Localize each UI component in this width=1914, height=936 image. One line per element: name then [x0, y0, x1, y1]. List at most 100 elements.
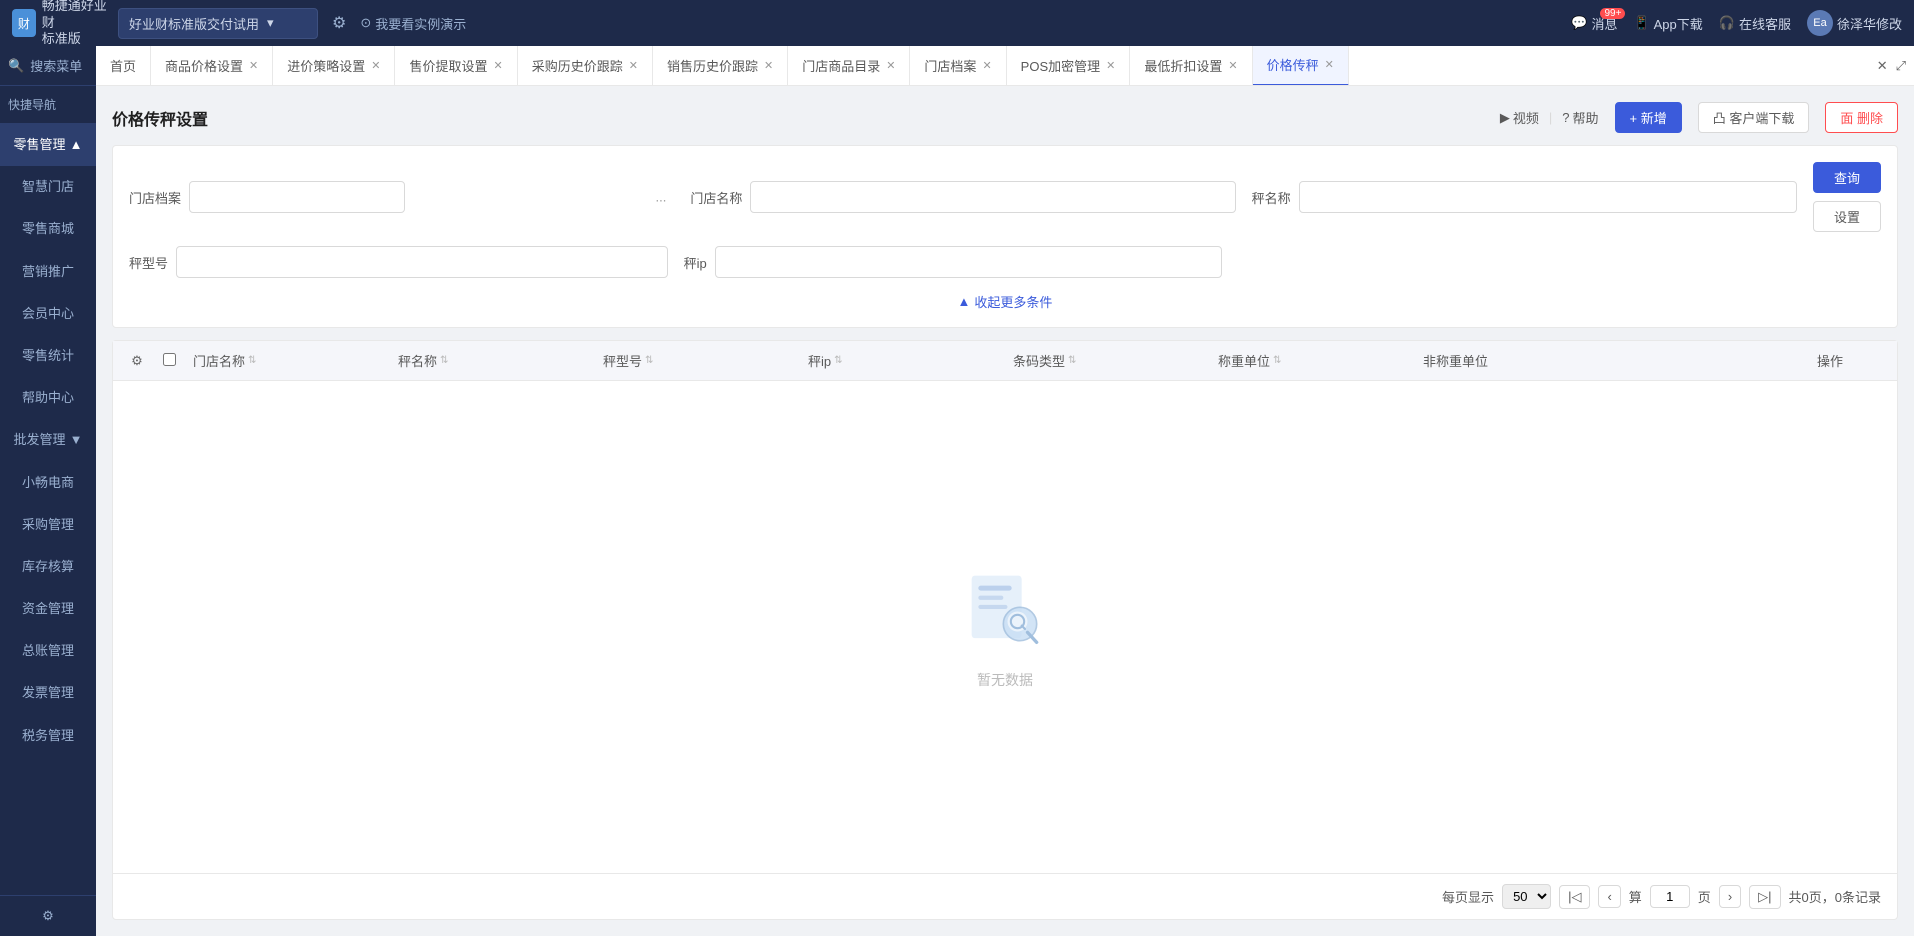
version-selector[interactable]: 好业财标准版交付试用 ▾ [118, 8, 318, 39]
sidebar-item-retail-stats[interactable]: 零售统计 [0, 335, 96, 377]
message-badge: 99+ [1600, 8, 1625, 19]
delete-button[interactable]: 面 删除 [1825, 102, 1898, 133]
tab-close-icon[interactable]: ✕ [982, 59, 991, 72]
col-scale-model[interactable]: 秤型号 ⇅ [595, 351, 800, 370]
sidebar-item-help-center[interactable]: 帮助中心 [0, 377, 96, 419]
main-layout: 🔍 搜索菜单 快捷导航 零售管理 ▲ 智慧门店 零售商城 营销推广 会员中心 零… [0, 46, 1914, 936]
tab-purchase-history[interactable]: 采购历史价跟踪 ✕ [518, 46, 653, 86]
sidebar-item-retail-mall[interactable]: 零售商城 [0, 208, 96, 250]
video-link[interactable]: ▶ 视频 [1500, 108, 1539, 127]
table-select-all-checkbox[interactable] [153, 353, 185, 369]
sidebar-item-marketing[interactable]: 营销推广 [0, 251, 96, 293]
store-name-field: 门店名称 [690, 162, 1235, 232]
setting-button[interactable]: 设置 [1813, 201, 1881, 232]
settings-icon[interactable]: ⚙ [328, 9, 350, 37]
tab-close-icon[interactable]: ✕ [1325, 58, 1334, 71]
tab-commodity-price[interactable]: 商品价格设置 ✕ [151, 46, 273, 86]
sidebar-item-wholesale-mgmt[interactable]: 批发管理 ▼ [0, 419, 96, 461]
sidebar-item-retail-mgmt[interactable]: 零售管理 ▲ [0, 124, 96, 166]
tab-close-all-icon[interactable]: ✕ [1877, 58, 1888, 74]
chevron-up-icon: ▲ [70, 136, 83, 154]
page-label: 算 [1629, 887, 1642, 906]
tab-close-icon[interactable]: ✕ [494, 59, 503, 72]
store-archive-input[interactable] [189, 181, 405, 213]
quick-nav-button[interactable]: 快捷导航 [0, 86, 96, 124]
message-button[interactable]: 💬 消息 99+ [1571, 14, 1617, 33]
col-weight-unit[interactable]: 称重单位 ⇅ [1210, 351, 1415, 370]
col-store-name[interactable]: 门店名称 ⇅ [185, 351, 390, 370]
form-row-1: 门店档案 ... 门店名称 秤名称 [129, 162, 1881, 232]
page-number-input[interactable] [1650, 885, 1690, 908]
sidebar-item-purchase-mgmt[interactable]: 采购管理 [0, 504, 96, 546]
play-icon: ⊙ [360, 15, 371, 31]
sidebar-item-smart-store[interactable]: 智慧门店 [0, 166, 96, 208]
next-page-button[interactable]: › [1719, 885, 1741, 908]
col-barcode-type[interactable]: 条码类型 ⇅ [1005, 351, 1210, 370]
search-menu-button[interactable]: 🔍 搜索菜单 [0, 46, 96, 86]
per-page-label: 每页显示 [1442, 887, 1494, 906]
prev-page-button[interactable]: ‹ [1598, 885, 1620, 908]
collapse-button[interactable]: ▲ 收起更多条件 [129, 292, 1881, 311]
tab-sales-history[interactable]: 销售历史价跟踪 ✕ [653, 46, 788, 86]
sort-icon: ⇅ [440, 355, 448, 366]
top-right-actions: 💬 消息 99+ 📱 App下载 🎧 在线客服 Ea 徐泽华修改 [1571, 10, 1902, 36]
sidebar-settings-button[interactable]: ⚙ [0, 895, 96, 936]
app-download-button[interactable]: 📱 App下载 [1633, 14, 1702, 33]
tab-min-discount[interactable]: 最低折扣设置 ✕ [1130, 46, 1252, 86]
tab-store-catalog[interactable]: 门店商品目录 ✕ [788, 46, 910, 86]
store-name-input[interactable] [750, 181, 1235, 213]
ellipsis-icon[interactable]: ... [655, 190, 666, 205]
first-page-button[interactable]: |◁ [1559, 885, 1590, 909]
sidebar-item-xiaochang-ec[interactable]: 小畅电商 [0, 462, 96, 504]
tab-purchase-strategy[interactable]: 进价策略设置 ✕ [273, 46, 395, 86]
table-settings-icon[interactable]: ⚙ [121, 353, 153, 369]
help-icon: ? [1562, 110, 1569, 125]
tab-close-icon[interactable]: ✕ [1106, 59, 1115, 72]
sidebar-item-inventory[interactable]: 库存核算 [0, 546, 96, 588]
last-page-button[interactable]: ▷| [1749, 885, 1780, 909]
sidebar-item-finance[interactable]: 资金管理 [0, 588, 96, 630]
tab-close-icon[interactable]: ✕ [886, 59, 895, 72]
tab-pos-encrypt[interactable]: POS加密管理 ✕ [1007, 46, 1131, 86]
help-link[interactable]: ? 帮助 [1562, 108, 1598, 127]
user-menu-button[interactable]: Ea 徐泽华修改 [1807, 10, 1902, 36]
col-scale-name[interactable]: 秤名称 ⇅ [390, 351, 595, 370]
empty-state: 暂无数据 [113, 381, 1897, 873]
add-button[interactable]: + 新增 [1615, 102, 1682, 133]
tab-sale-pickup[interactable]: 售价提取设置 ✕ [395, 46, 517, 86]
per-page-select[interactable]: 50 [1502, 884, 1551, 909]
online-support-button[interactable]: 🎧 在线客服 [1719, 14, 1791, 33]
scale-model-input[interactable] [176, 246, 668, 278]
sidebar-item-invoice-mgmt[interactable]: 发票管理 [0, 672, 96, 714]
sidebar-item-member-center[interactable]: 会员中心 [0, 293, 96, 335]
select-all-input[interactable] [163, 353, 176, 366]
sidebar-item-tax-mgmt[interactable]: 税务管理 [0, 715, 96, 757]
search-form: 门店档案 ... 门店名称 秤名称 [112, 145, 1898, 328]
demo-link[interactable]: ⊙ 我要看实例演示 [360, 14, 466, 33]
scale-name-input[interactable] [1299, 181, 1797, 213]
query-button[interactable]: 查询 [1813, 162, 1881, 193]
sidebar-item-label: 智慧门店 [22, 179, 74, 194]
chevron-down-icon: ▾ [267, 15, 274, 31]
tab-store-archive[interactable]: 门店档案 ✕ [910, 46, 1006, 86]
scale-model-field: 秤型号 [129, 246, 668, 278]
tab-price-scale[interactable]: 价格传秤 ✕ [1253, 46, 1349, 86]
tab-expand-icon[interactable]: ⤢ [1896, 58, 1906, 74]
help-links: ▶ 视频 | ? 帮助 [1500, 108, 1599, 127]
tab-label: 门店档案 [924, 56, 976, 75]
sort-icon: ⇅ [645, 355, 653, 366]
content-area: 首页 商品价格设置 ✕ 进价策略设置 ✕ 售价提取设置 ✕ 采购历史价跟踪 ✕ … [96, 46, 1914, 936]
tab-close-icon[interactable]: ✕ [371, 59, 380, 72]
tab-close-icon[interactable]: ✕ [1228, 59, 1237, 72]
tab-home[interactable]: 首页 [96, 46, 151, 86]
tab-close-icon[interactable]: ✕ [249, 59, 258, 72]
scale-ip-input[interactable] [715, 246, 1223, 278]
sidebar-item-label: 发票管理 [22, 685, 74, 700]
col-scale-ip[interactable]: 秤ip ⇅ [800, 351, 1005, 370]
sidebar-item-label: 资金管理 [22, 601, 74, 616]
sidebar-item-general-ledger[interactable]: 总账管理 [0, 630, 96, 672]
tab-close-icon[interactable]: ✕ [764, 59, 773, 72]
tab-close-icon[interactable]: ✕ [629, 59, 638, 72]
sidebar-item-label: 会员中心 [22, 306, 74, 321]
client-download-button[interactable]: 凸 客户端下载 [1698, 102, 1810, 133]
